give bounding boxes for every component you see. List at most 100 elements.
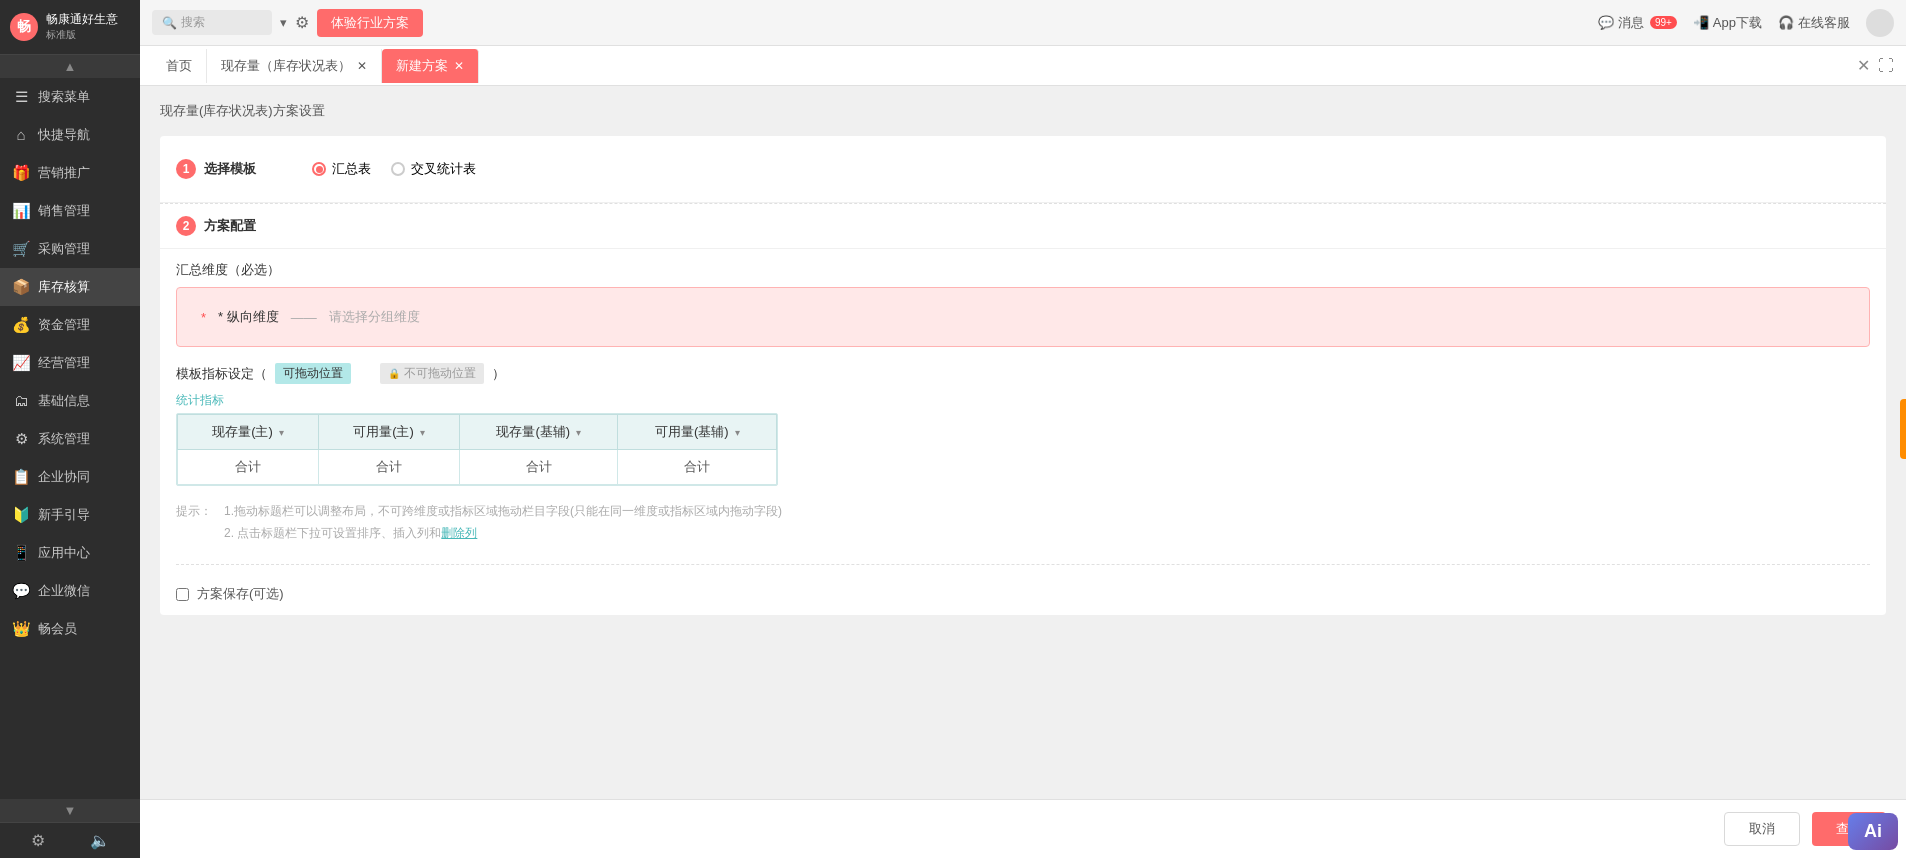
sidebar-item-label: 企业微信 (38, 582, 90, 600)
settings-button[interactable]: ⚙ (31, 831, 45, 850)
industry-btn[interactable]: 体验行业方案 (317, 9, 423, 37)
sidebar-item-new-guide[interactable]: 🔰 新手引导 (0, 496, 140, 534)
step1-number: 1 (176, 159, 196, 179)
cancel-button[interactable]: 取消 (1724, 812, 1800, 846)
tab-new-plan[interactable]: 新建方案 ✕ (382, 49, 479, 83)
inventory-tab-close[interactable]: ✕ (357, 59, 367, 73)
cart-icon: 🛒 (12, 240, 30, 258)
col-header-1[interactable]: 现存量(主) ▾ (178, 415, 319, 450)
col3-chevron[interactable]: ▾ (576, 427, 581, 438)
radio-summary-circle (312, 162, 326, 176)
radio-summary[interactable]: 汇总表 (312, 160, 371, 178)
radio-cross-label: 交叉统计表 (411, 160, 476, 178)
user-avatar[interactable] (1866, 9, 1894, 37)
search-menu-icon: ☰ (12, 88, 30, 106)
step2-title: 方案配置 (204, 217, 256, 235)
sidebar-item-sales[interactable]: 📊 销售管理 (0, 192, 140, 230)
sidebar-item-label: 畅会员 (38, 620, 77, 638)
dimension-box: * * 纵向维度 —— 请选择分组维度 (176, 287, 1870, 347)
main-area: 🔍 搜索 ▾ ⚙ 体验行业方案 💬 消息 99+ 📲 App下载 🎧 在线客服 (140, 0, 1906, 858)
hints: 提示： 1.拖动标题栏可以调整布局，不可跨维度或指标区域拖动栏目字段(只能在同一… (176, 501, 1870, 544)
indicator-table-wrap: 现存量(主) ▾ 可用量(主) ▾ (176, 413, 778, 486)
sidebar-item-system[interactable]: ⚙ 系统管理 (0, 420, 140, 458)
cell-1-4: 合计 (618, 450, 777, 485)
sidebar-item-label: 资金管理 (38, 316, 90, 334)
stats-indicator-label: 统计指标 (176, 392, 1870, 409)
cell-1-3: 合计 (459, 450, 618, 485)
save-checkbox[interactable] (176, 588, 189, 601)
audio-button[interactable]: 🔈 (90, 831, 110, 850)
col-header-2[interactable]: 可用量(主) ▾ (318, 415, 459, 450)
col-header-4[interactable]: 可用量(基辅) ▾ (618, 415, 777, 450)
dimension-required-star: * (201, 310, 206, 325)
radio-cross[interactable]: 交叉统计表 (391, 160, 476, 178)
message-item[interactable]: 💬 消息 99+ (1598, 14, 1677, 32)
indicator-settings-text: 模板指标设定（ (176, 365, 267, 383)
col4-chevron[interactable]: ▾ (735, 427, 740, 438)
chart-icon: 📊 (12, 202, 30, 220)
col-header-3[interactable]: 现存量(基辅) ▾ (459, 415, 618, 450)
sidebar-item-corp-agreement[interactable]: 📋 企业协同 (0, 458, 140, 496)
sidebar-item-finance[interactable]: 💰 资金管理 (0, 306, 140, 344)
sidebar-item-corp-wechat[interactable]: 💬 企业微信 (0, 572, 140, 610)
message-badge: 99+ (1650, 16, 1677, 29)
online-service-label: 在线客服 (1798, 14, 1850, 32)
tab-bar-actions: ✕ ⛶ (1857, 56, 1894, 75)
expand-window-icon[interactable]: ⛶ (1878, 57, 1894, 75)
sidebar-item-marketing[interactable]: 🎁 营销推广 (0, 154, 140, 192)
beginner-icon: 🔰 (12, 506, 30, 524)
sidebar-item-inventory[interactable]: 📦 库存核算 (0, 268, 140, 306)
hint-2: 2. 点击标题栏下拉可设置排序、插入列和删除列 (176, 523, 1870, 545)
sidebar-scroll-up[interactable]: ▲ (0, 55, 140, 78)
topbar-search[interactable]: 🔍 搜索 (152, 10, 272, 35)
step1-title: 选择模板 (204, 160, 256, 178)
topbar-gear-icon[interactable]: ⚙ (295, 13, 309, 32)
sidebar-item-label: 库存核算 (38, 278, 90, 296)
sidebar-item-label: 企业协同 (38, 468, 90, 486)
inventory-tab-label: 现存量（库存状况表） (221, 57, 351, 75)
app-download-label: App下载 (1713, 14, 1762, 32)
close-window-icon[interactable]: ✕ (1857, 56, 1870, 75)
col1-chevron[interactable]: ▾ (279, 427, 284, 438)
sidebar-item-label: 营销推广 (38, 164, 90, 182)
sidebar-item-label: 新手引导 (38, 506, 90, 524)
sidebar-item-label: 应用中心 (38, 544, 90, 562)
app-badge: 标准版 (46, 28, 118, 42)
save-option[interactable]: 方案保存(可选) (176, 585, 1870, 603)
sidebar-item-quick-nav[interactable]: ⌂ 快捷导航 (0, 116, 140, 154)
sidebar-item-purchase[interactable]: 🛒 采购管理 (0, 230, 140, 268)
topbar-dropdown[interactable]: ▾ (280, 15, 287, 30)
col2-chevron[interactable]: ▾ (420, 427, 425, 438)
sidebar-item-label: 采购管理 (38, 240, 90, 258)
sidebar-item-member[interactable]: 👑 畅会员 (0, 610, 140, 648)
col2-label: 可用量(主) (353, 423, 414, 441)
sidebar-item-operations[interactable]: 📈 经营管理 (0, 344, 140, 382)
cell-1-2: 合计 (318, 450, 459, 485)
radio-summary-label: 汇总表 (332, 160, 371, 178)
non-draggable-badge: 🔒 不可拖动位置 (380, 363, 484, 384)
indicator-settings-close: ） (492, 365, 505, 383)
dimension-placeholder[interactable]: 请选择分组维度 (329, 308, 420, 326)
sidebar-item-app-center[interactable]: 📱 应用中心 (0, 534, 140, 572)
col1-label: 现存量(主) (212, 423, 273, 441)
ai-badge[interactable]: Ai (1848, 813, 1898, 850)
money-icon: 💰 (12, 316, 30, 334)
sidebar: 畅 畅康通好生意 标准版 ▲ ☰ 搜索菜单 ⌂ 快捷导航 🎁 营销推广 📊 销售… (0, 0, 140, 858)
online-service-item[interactable]: 🎧 在线客服 (1778, 14, 1850, 32)
template-options: 汇总表 交叉统计表 (264, 148, 492, 190)
stats-table: 现存量(主) ▾ 可用量(主) ▾ (177, 414, 777, 485)
home-icon: ⌂ (12, 126, 30, 143)
indicator-settings-sep (359, 365, 372, 383)
right-panel-edge[interactable] (1900, 399, 1906, 459)
tab-home[interactable]: 首页 (152, 49, 207, 83)
sidebar-item-basics[interactable]: 🗂 基础信息 (0, 382, 140, 420)
new-plan-tab-close[interactable]: ✕ (454, 59, 464, 73)
delete-col-link[interactable]: 删除列 (441, 526, 477, 540)
app-name: 畅康通好生意 (46, 12, 118, 28)
sidebar-scroll-down[interactable]: ▼ (0, 799, 140, 822)
sidebar-item-label: 快捷导航 (38, 126, 90, 144)
app-download-item[interactable]: 📲 App下载 (1693, 14, 1762, 32)
dimension-row-label: * 纵向维度 (218, 308, 279, 326)
sidebar-item-search-menu[interactable]: ☰ 搜索菜单 (0, 78, 140, 116)
tab-inventory-status[interactable]: 现存量（库存状况表） ✕ (207, 49, 382, 83)
